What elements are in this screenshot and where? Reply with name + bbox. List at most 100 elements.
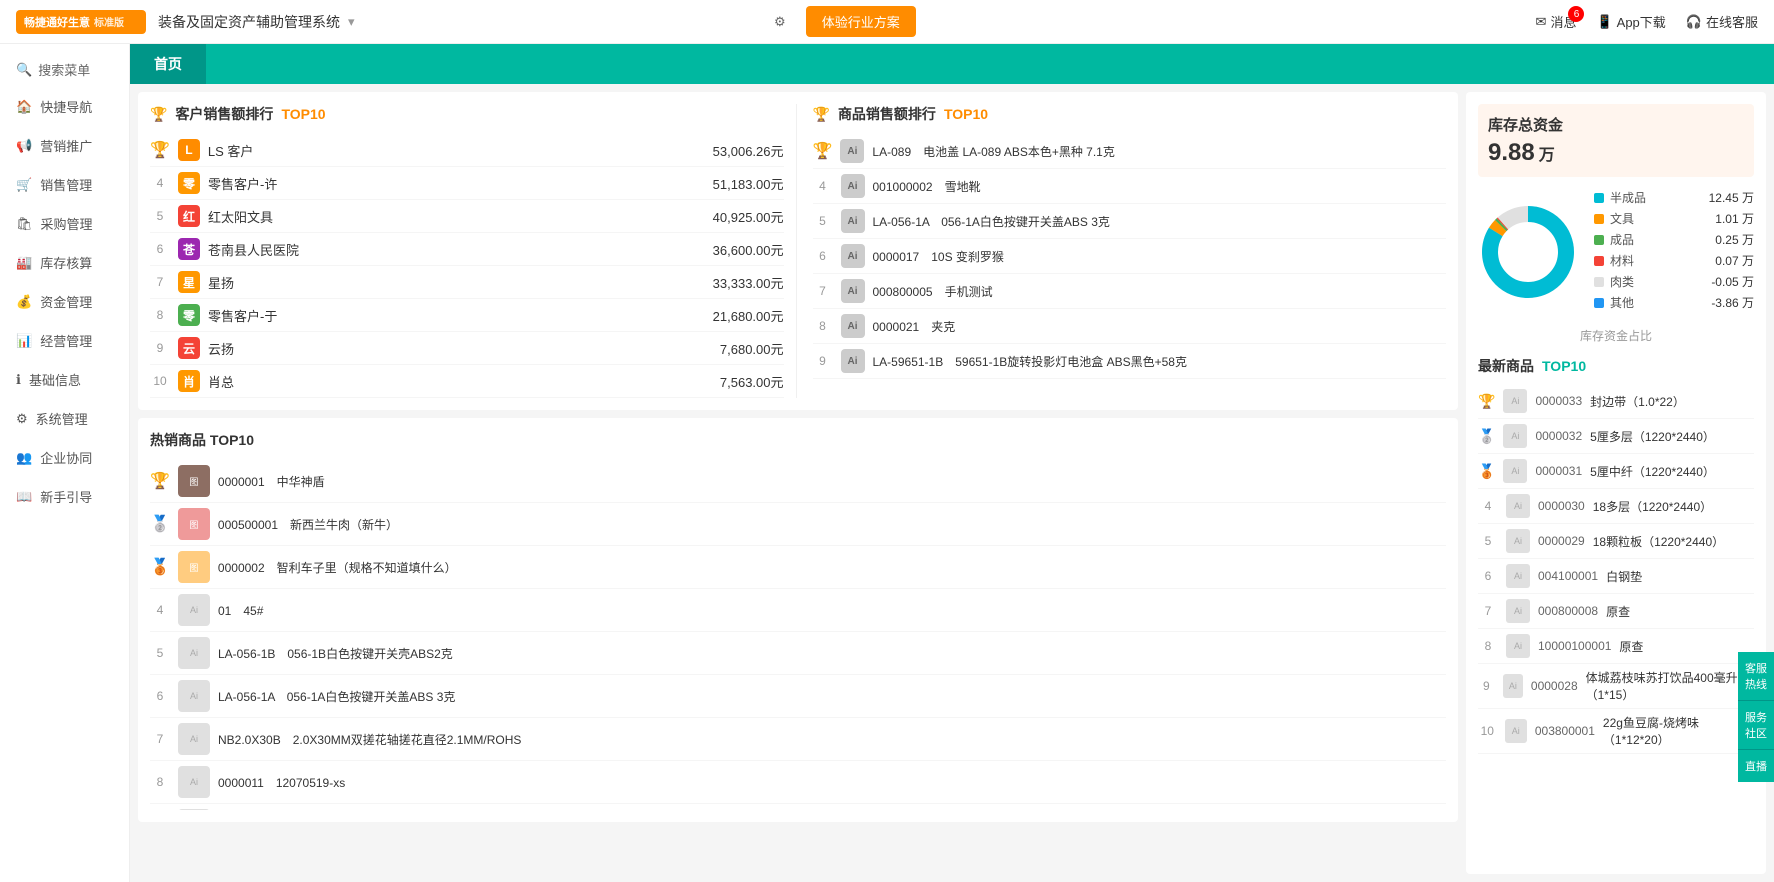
customer-rank-2: 4 零 零售客户-许 51,183.00元 xyxy=(150,167,784,200)
phone-icon: 📱 xyxy=(1596,14,1612,30)
nav-tabs: 首页 xyxy=(130,44,1774,84)
new-img-3: Ai xyxy=(1503,459,1527,483)
money-icon: 💰 xyxy=(16,294,32,310)
product-rank-5: 7 Ai 000800005 手机测试 xyxy=(813,274,1447,309)
sidebar-item-enterprise[interactable]: 👥 企业协同 xyxy=(0,438,129,477)
inventory-unit: 万 xyxy=(1539,141,1555,165)
new-row-2: 🥈 Ai 0000032 5厘多层（1220*2440） xyxy=(1478,419,1754,454)
sidebar-item-inventory[interactable]: 🏭 库存核算 xyxy=(0,243,129,282)
avatar-6: 零 xyxy=(178,304,200,326)
message-button[interactable]: ✉ 消息 6 xyxy=(1536,12,1577,31)
sidebar-label-2: 销售管理 xyxy=(40,175,92,194)
legend-item-0: 半成品 12.45 万 xyxy=(1594,189,1754,206)
legend-item-2: 成品 0.25 万 xyxy=(1594,231,1754,248)
sidebar-label-5: 资金管理 xyxy=(40,292,92,311)
logo-text: 畅捷通好生意 xyxy=(24,14,90,30)
avatar-4: 苍 xyxy=(178,238,200,260)
prod-img-3: Ai xyxy=(841,209,865,233)
new-img-6: Ai xyxy=(1506,564,1530,588)
sidebar-item-sales[interactable]: 🛒 销售管理 xyxy=(0,165,129,204)
right-panel: 库存总资金 9.88 万 xyxy=(1466,92,1766,874)
customer-rank-6: 8 零 零售客户-于 21,680.00元 xyxy=(150,299,784,332)
search-menu[interactable]: 🔍 搜索菜单 xyxy=(0,52,129,87)
message-badge: 6 xyxy=(1568,6,1584,22)
sidebar-label-1: 营销推广 xyxy=(40,136,92,155)
new-row-8: 8 Ai 10000100001 原查 xyxy=(1478,629,1754,664)
chevron-down-icon[interactable]: ▾ xyxy=(348,14,355,30)
sidebar-item-system[interactable]: ⚙ 系统管理 xyxy=(0,399,129,438)
product-rank-4: 6 Ai 0000017 10S 变刹罗猴 xyxy=(813,239,1447,274)
sidebar-label-8: 系统管理 xyxy=(36,409,88,428)
customer-rank-1: 🏆 L LS 客户 53,006.26元 xyxy=(150,134,784,167)
legend: 半成品 12.45 万 文具 1.01 万 成品 0.25 万 xyxy=(1594,189,1754,315)
sidebar-item-basic-info[interactable]: ℹ 基础信息 xyxy=(0,360,129,399)
system-selector[interactable]: 装备及固定资产辅助管理系统 ▾ xyxy=(158,12,754,32)
customer-rank-4: 6 苍 苍南县人民医院 36,600.00元 xyxy=(150,233,784,266)
hot-row-4: 4 Ai 01 45# xyxy=(150,589,1446,632)
float-btn-live[interactable]: 直播 xyxy=(1738,750,1774,782)
team-icon: 👥 xyxy=(16,450,32,466)
sidebar-item-marketing[interactable]: 📢 营销推广 xyxy=(0,126,129,165)
hot-row-8: 8 Ai 0000011 12070519-xs xyxy=(150,761,1446,804)
hot-img-1: 图 xyxy=(178,465,210,497)
topbar: 畅捷通好生意 标准版 装备及固定资产辅助管理系统 ▾ ⚙ 体验行业方案 ✉ 消息… xyxy=(0,0,1774,44)
sidebar-item-guide[interactable]: 📖 新手引导 xyxy=(0,477,129,516)
hot-row-2: 🥈 图 000500001 新西兰牛肉（新牛） xyxy=(150,503,1446,546)
topbar-actions: ✉ 消息 6 📱 App下载 🎧 在线客服 xyxy=(1536,12,1758,31)
sidebar-item-quicknav[interactable]: 🏠 快捷导航 xyxy=(0,87,129,126)
float-buttons: 客服热线 服务社区 直播 xyxy=(1738,652,1774,782)
settings-icon2: ⚙ xyxy=(16,411,28,427)
chart-icon: 📊 xyxy=(16,333,32,349)
cart-icon: 🛒 xyxy=(16,177,32,193)
home-icon: 🏠 xyxy=(16,99,32,115)
hot-products-list: 🏆 图 0000001 中华神盾 🥈 图 000500001 新西兰牛肉（新 xyxy=(150,460,1446,810)
new-row-1: 🏆 Ai 0000033 封边带（1.0*22） xyxy=(1478,384,1754,419)
hot-img-2: 图 xyxy=(178,508,210,540)
online-service-button[interactable]: 🎧 在线客服 xyxy=(1686,12,1758,31)
app-download-button[interactable]: 📱 App下载 xyxy=(1596,12,1665,31)
legend-item-3: 材料 0.07 万 xyxy=(1594,252,1754,269)
sidebar-label-10: 新手引导 xyxy=(40,487,92,506)
sidebar-label-9: 企业协同 xyxy=(40,448,92,467)
avatar-5: 星 xyxy=(178,271,200,293)
float-btn-community[interactable]: 服务社区 xyxy=(1738,701,1774,750)
avatar-2: 零 xyxy=(178,172,200,194)
inventory-title: 库存总资金 xyxy=(1488,114,1744,135)
new-products: 最新商品 TOP10 🏆 Ai 0000033 封边带（1.0*22） 🥈 Ai… xyxy=(1478,356,1754,754)
prod-img-6: Ai xyxy=(841,314,865,338)
product-ranking-list: 🏆 Ai LA-089 电池盖 LA-089 ABS本色+黑种 7.1克 4 A… xyxy=(813,134,1447,379)
avatar-1: L xyxy=(178,139,200,161)
search-menu-label: 搜索菜单 xyxy=(38,60,90,79)
product-rank-2: 4 Ai 001000002 雪地靴 xyxy=(813,169,1447,204)
app-label: App下载 xyxy=(1617,12,1666,31)
message-icon: ✉ xyxy=(1536,14,1547,30)
left-mid-area: 🏆 客户销售额排行 TOP10 🏆 L LS 客户 53,006.26元 xyxy=(130,84,1466,882)
speaker-icon: 📢 xyxy=(16,138,32,154)
hot-img-4: Ai xyxy=(178,594,210,626)
new-row-3: 🥉 Ai 0000031 5厘中纤（1220*2440） xyxy=(1478,454,1754,489)
hot-products-panel: 热销商品 TOP10 🏆 图 0000001 中华神盾 🥈 xyxy=(138,418,1458,822)
hot-row-1: 🏆 图 0000001 中华神盾 xyxy=(150,460,1446,503)
new-img-1: Ai xyxy=(1503,389,1527,413)
hot-img-9: Ai xyxy=(178,809,210,810)
trial-button[interactable]: 体验行业方案 xyxy=(806,6,916,37)
tab-home[interactable]: 首页 xyxy=(130,44,206,84)
hot-img-7: Ai xyxy=(178,723,210,755)
main: 首页 🏆 客户销售额排行 TOP10 xyxy=(130,44,1774,882)
sidebar-item-purchase[interactable]: 🛍 采购管理 xyxy=(0,204,129,243)
float-btn-service[interactable]: 客服热线 xyxy=(1738,652,1774,701)
new-row-7: 7 Ai 000800008 原查 xyxy=(1478,594,1754,629)
new-row-9: 9 Ai 0000028 体城荔枝味苏打饮品400毫升（1*15） xyxy=(1478,664,1754,709)
prod-img-2: Ai xyxy=(841,174,865,198)
system-name: 装备及固定资产辅助管理系统 xyxy=(158,12,340,32)
new-img-4: Ai xyxy=(1506,494,1530,518)
sidebar-item-finance[interactable]: 💰 资金管理 xyxy=(0,282,129,321)
sidebar-label-0: 快捷导航 xyxy=(40,97,92,116)
new-products-title: 最新商品 TOP10 xyxy=(1478,356,1754,376)
sidebar-item-operations[interactable]: 📊 经营管理 xyxy=(0,321,129,360)
inventory-box: 库存总资金 9.88 万 xyxy=(1478,104,1754,177)
hot-img-5: Ai xyxy=(178,637,210,669)
hot-products-title: 热销商品 TOP10 xyxy=(150,430,1446,450)
new-row-10: 10 Ai 003800001 22g鱼豆腐-烧烤味（1*12*20） xyxy=(1478,709,1754,754)
settings-icon[interactable]: ⚙ xyxy=(766,8,794,36)
